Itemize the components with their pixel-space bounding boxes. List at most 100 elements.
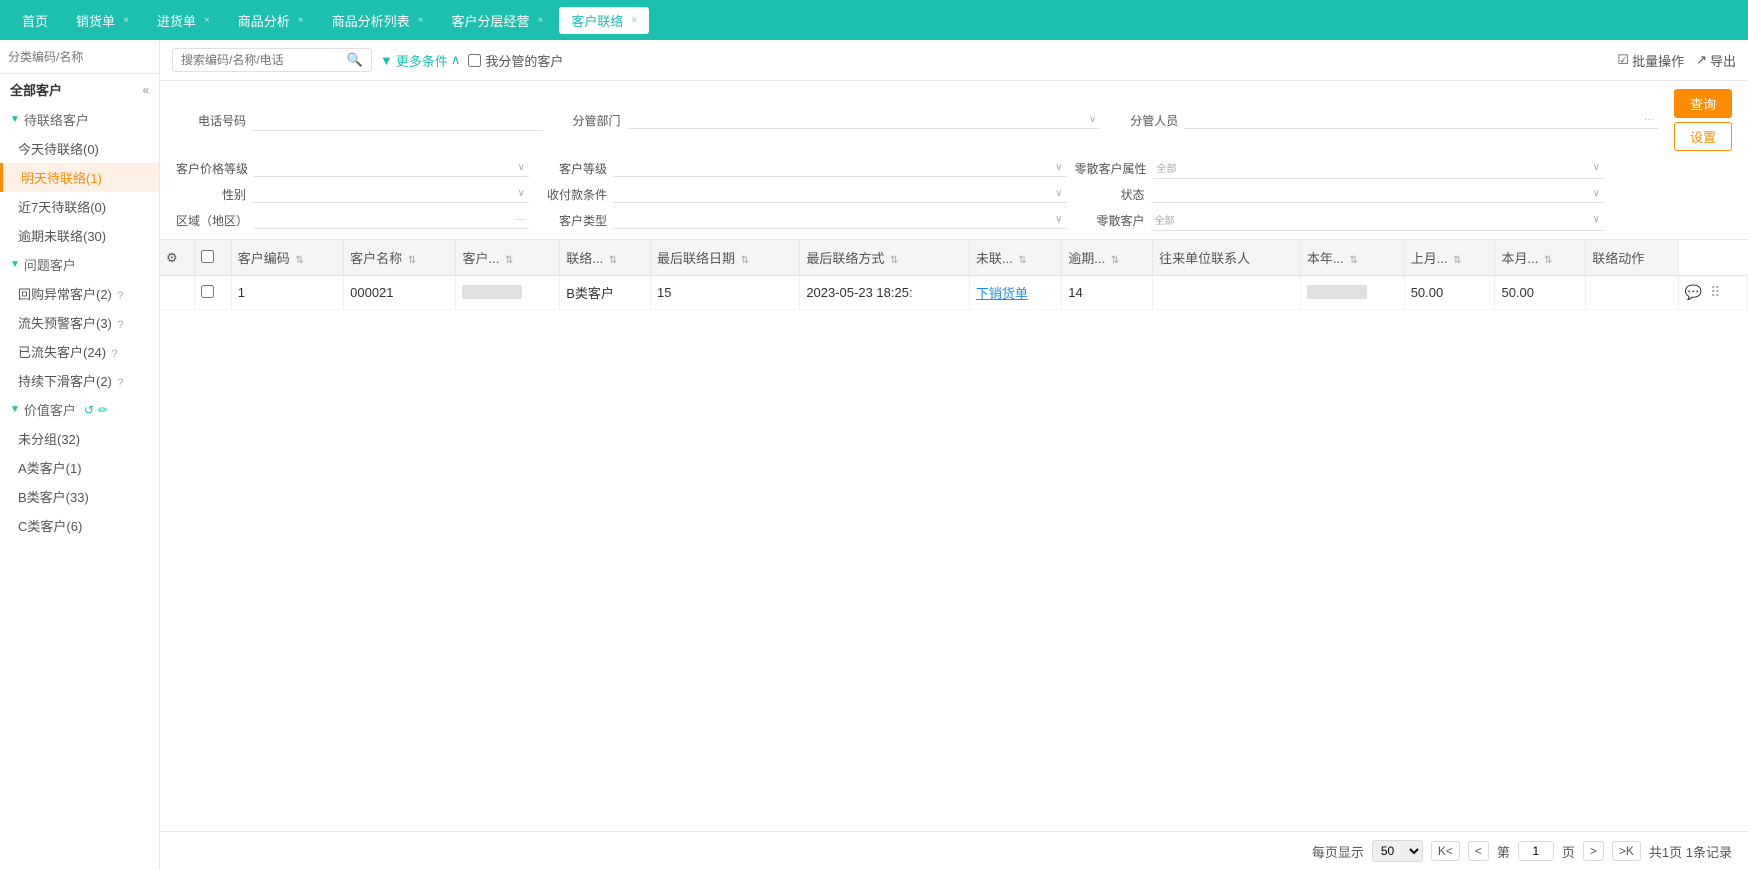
col-this-year[interactable]: 本年... ⇅ [1300, 240, 1404, 276]
edit-icon[interactable]: ✏ [98, 403, 108, 417]
row-checkbox[interactable] [194, 276, 231, 310]
col-overdue[interactable]: 逾期... ⇅ [1062, 240, 1153, 276]
col-checkbox[interactable] [194, 240, 231, 276]
col-contacts[interactable]: 往来单位联系人 [1153, 240, 1301, 276]
bulk-op-btn[interactable]: ☑ 批量操作 [1617, 51, 1684, 70]
adv-filter-panel: 电话号码 分管部门 ∨ 分管人员 ··· 查询 设置 [160, 81, 1748, 240]
retail-attr-select[interactable]: 全部∨ [1153, 157, 1604, 179]
adv-filter-row-4: 区域（地区） ··· 客户类型 ∨ 零散客户 全部∨ [176, 209, 1732, 231]
action-more-icon[interactable]: ⠿ [1710, 284, 1720, 301]
sort-icon-not-contacted: ⇅ [1018, 255, 1026, 266]
col-this-month[interactable]: 本月... ⇅ [1495, 240, 1586, 276]
region-select[interactable]: ··· [254, 211, 529, 229]
retail-customer-select[interactable]: 全部∨ [1151, 209, 1605, 231]
sidebar: 🔍 全部客户 « ▼ 待联络客户 今天待联络(0) 明天待联络(1) 近7天待联… [0, 40, 160, 870]
nav-goods-analysis[interactable]: 商品分析 × [226, 7, 316, 34]
sidebar-week-contact[interactable]: 近7天待联络(0) [0, 192, 159, 221]
sidebar-ungrouped[interactable]: 未分组(32) [0, 424, 159, 453]
col-not-contacted[interactable]: 未联... ⇅ [969, 240, 1061, 276]
row-this-year: 50.00 [1404, 276, 1495, 310]
nav-customer-tier[interactable]: 客户分层经营 × [439, 7, 555, 34]
sidebar-class-c[interactable]: C类客户(6) [0, 511, 159, 540]
payment-field: 收付款条件 ∨ [537, 185, 1067, 203]
sidebar-search-input[interactable] [8, 50, 160, 64]
col-action: 联络动作 [1586, 240, 1678, 276]
row-select-checkbox[interactable] [201, 285, 214, 298]
my-customers-filter: 我分管的客户 [468, 51, 563, 70]
customer-table: ⚙ 客户编码 ⇅ 客户名称 ⇅ 客户... ⇅ 联络... ⇅ 最后联络日期 ⇅… [160, 240, 1748, 310]
action-chat-icon[interactable]: 💬 [1685, 284, 1702, 301]
retail-attr-field: 零散客户属性 全部∨ [1075, 157, 1605, 179]
refresh-icon[interactable]: ↺ [84, 403, 94, 417]
sort-icon-contact: ⇅ [609, 255, 617, 266]
help-icon-4: ? [117, 377, 123, 389]
my-customers-checkbox[interactable] [468, 54, 481, 67]
nav-goods-analysis-close[interactable]: × [298, 15, 304, 26]
row-type: B类客户 [560, 276, 651, 310]
person-select[interactable]: ··· [1184, 111, 1658, 129]
help-icon-3: ? [111, 348, 117, 360]
nav-home[interactable]: 首页 [10, 7, 60, 34]
sidebar-tomorrow-contact[interactable]: 明天待联络(1) [0, 163, 159, 192]
price-level-select[interactable]: ∨ [254, 159, 529, 177]
col-setting[interactable]: ⚙ [160, 240, 194, 276]
sidebar-today-contact[interactable]: 今天待联络(0) [0, 134, 159, 163]
row-code: 000021 [344, 276, 456, 310]
main-layout: 🔍 全部客户 « ▼ 待联络客户 今天待联络(0) 明天待联络(1) 近7天待联… [0, 40, 1748, 870]
col-last-method[interactable]: 最后联络方式 ⇅ [800, 240, 970, 276]
nav-customer-tier-close[interactable]: × [537, 15, 543, 26]
customer-type-select[interactable]: ∨ [613, 211, 1067, 229]
settings-button[interactable]: 设置 [1674, 122, 1732, 151]
page-size-select[interactable]: 50 100 200 [1372, 840, 1423, 862]
page-input[interactable] [1518, 841, 1554, 861]
sort-icon-type: ⇅ [505, 255, 513, 266]
sidebar-declining[interactable]: 持续下滑客户(2) ? [0, 366, 159, 395]
row-last-date: 2023-05-23 18:25: [800, 276, 970, 310]
prev-page-btn[interactable]: < [1468, 841, 1489, 861]
nav-purchase-close[interactable]: × [204, 15, 210, 26]
customer-level-select[interactable]: ∨ [613, 159, 1067, 177]
filter-search-input[interactable] [181, 53, 343, 67]
col-code[interactable]: 客户编码 ⇅ [231, 240, 343, 276]
status-field: 状态 ∨ [1075, 185, 1605, 203]
nav-goods-list[interactable]: 商品分析列表 × [320, 7, 436, 34]
row-index: 1 [231, 276, 343, 310]
col-contact[interactable]: 联络... ⇅ [560, 240, 651, 276]
dept-select[interactable]: ∨ [627, 111, 1101, 129]
sidebar-abnormal-repurchase[interactable]: 回购异常客户(2) ? [0, 279, 159, 308]
next-page-btn[interactable]: > [1583, 841, 1604, 861]
top-nav: 首页 销货单 × 进货单 × 商品分析 × 商品分析列表 × 客户分层经营 × … [0, 0, 1748, 40]
select-all-checkbox[interactable] [201, 250, 214, 263]
nav-goods-list-close[interactable]: × [418, 15, 424, 26]
pagination-bar: 每页显示 50 100 200 K< < 第 页 > >K 共1页 1条记录 [160, 831, 1748, 870]
col-type[interactable]: 客户... ⇅ [456, 240, 560, 276]
sort-icon-last-method: ⇅ [890, 255, 898, 266]
sidebar-overdue-contact[interactable]: 逾期未联络(30) [0, 221, 159, 250]
row-last-method[interactable]: 下销货单 [969, 276, 1061, 310]
filter-more-btn[interactable]: ▼ 更多条件 ∧ [380, 51, 460, 70]
sort-icon-this-month: ⇅ [1544, 255, 1552, 266]
sidebar-all-customers[interactable]: 全部客户 « [0, 74, 159, 105]
nav-purchase[interactable]: 进货单 × [145, 7, 222, 34]
sidebar-class-b[interactable]: B类客户(33) [0, 482, 159, 511]
first-page-btn[interactable]: K< [1431, 841, 1460, 861]
query-button[interactable]: 查询 [1674, 89, 1732, 118]
filter-search-icon[interactable]: 🔍 [347, 52, 363, 68]
col-last-month[interactable]: 上月... ⇅ [1404, 240, 1495, 276]
payment-select[interactable]: ∨ [613, 185, 1067, 203]
last-page-btn[interactable]: >K [1612, 841, 1641, 861]
gender-select[interactable]: ∨ [252, 185, 529, 203]
sidebar-churned[interactable]: 已流失客户(24) ? [0, 337, 159, 366]
nav-customer-contact-close[interactable]: × [631, 15, 637, 26]
col-last-date[interactable]: 最后联络日期 ⇅ [651, 240, 800, 276]
adv-filter-row-2: 客户价格等级 ∨ 客户等级 ∨ 零散客户属性 全部∨ [176, 157, 1732, 179]
nav-sales[interactable]: 销货单 × [64, 7, 141, 34]
phone-input[interactable] [252, 110, 543, 131]
sidebar-class-a[interactable]: A类客户(1) [0, 453, 159, 482]
export-btn[interactable]: ↗ 导出 [1696, 51, 1736, 70]
nav-sales-close[interactable]: × [123, 15, 129, 26]
status-select[interactable]: ∨ [1151, 185, 1605, 203]
col-name[interactable]: 客户名称 ⇅ [344, 240, 456, 276]
sidebar-churn-warning[interactable]: 流失预警客户(3) ? [0, 308, 159, 337]
nav-customer-contact[interactable]: 客户联络 × [559, 7, 649, 34]
